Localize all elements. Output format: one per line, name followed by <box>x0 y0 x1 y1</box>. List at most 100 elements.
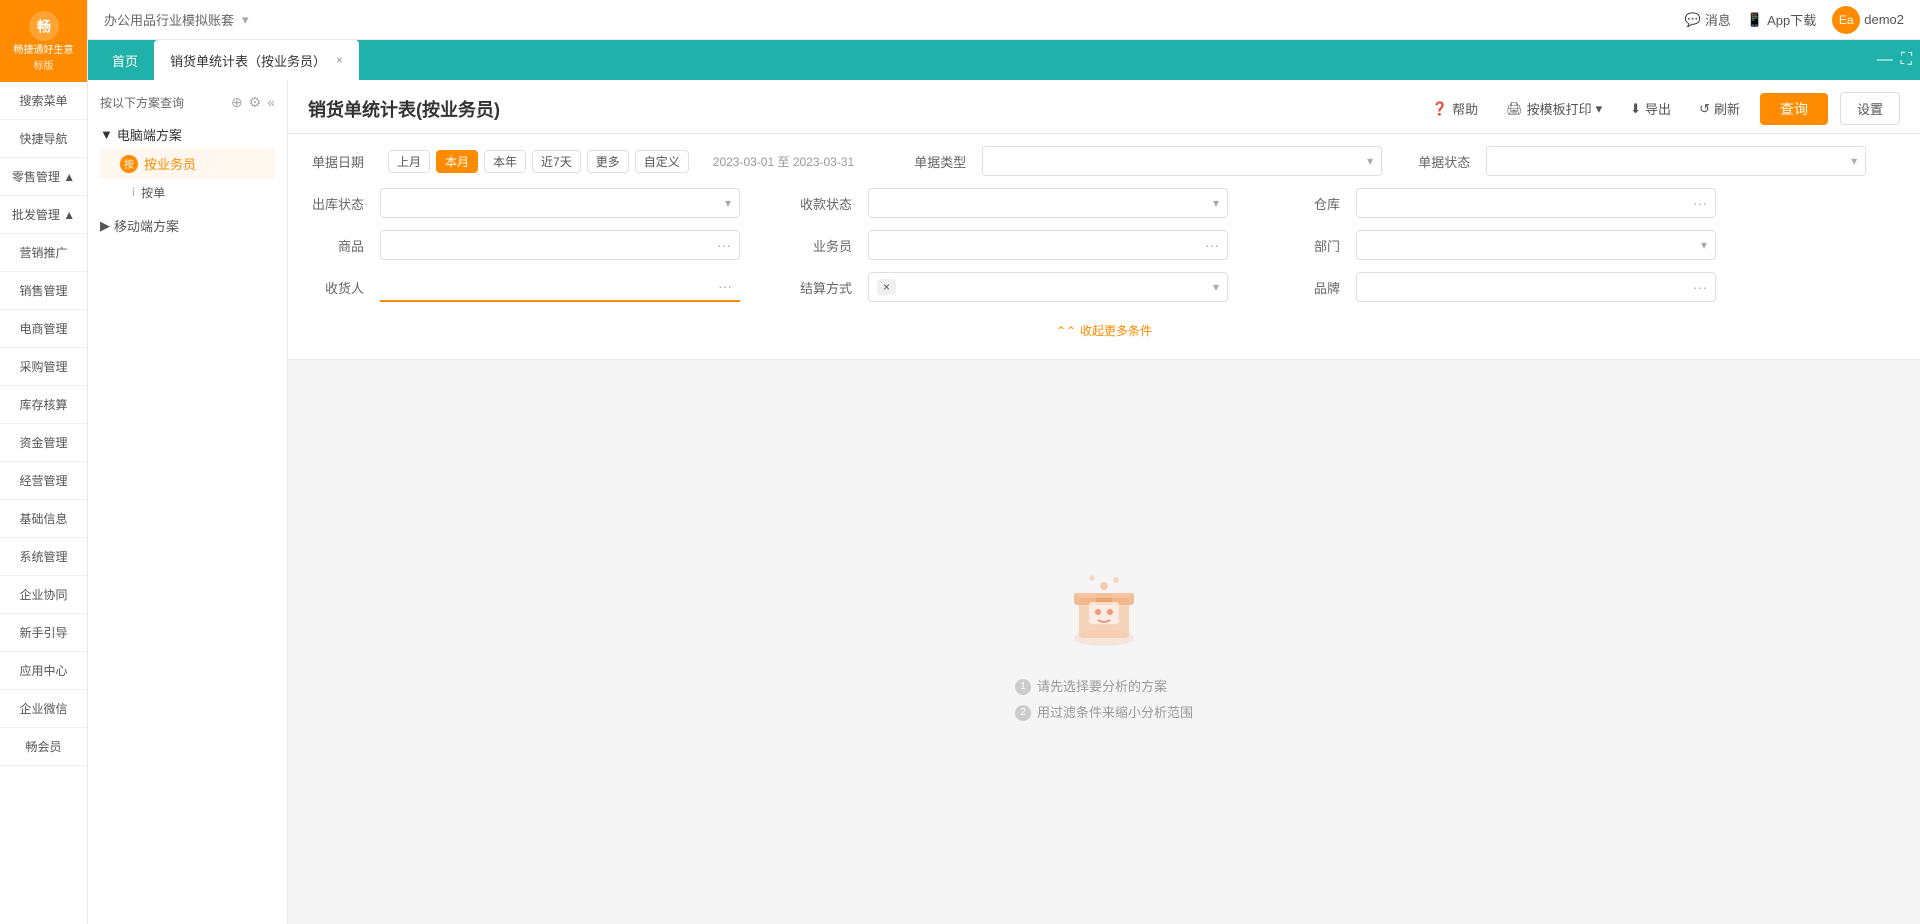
date-btn-this-year[interactable]: 本年 <box>484 150 526 173</box>
brand-more-icon: ··· <box>1693 279 1707 295</box>
receipt-status-dropdown-icon: ▾ <box>1213 196 1219 210</box>
left-panel: 按以下方案查询 ⊕ ⚙ « ▼ 电脑端方案 按 按业务员 ⅰ 按 <box>88 80 288 924</box>
panel-settings-icon[interactable]: ⚙ <box>249 94 262 111</box>
brand-label: 品牌 <box>1284 278 1340 297</box>
breadcrumb-dropdown-icon[interactable]: ▾ <box>242 12 249 28</box>
empty-tip-1: 1 请先选择要分析的方案 <box>1015 674 1193 700</box>
sidebar-item-marketing[interactable]: 营销推广 <box>0 234 87 272</box>
date-btn-this-month[interactable]: 本月 <box>436 150 478 173</box>
logo-icon: 畅 <box>28 10 60 42</box>
print-icon: 🖨 <box>1506 101 1523 117</box>
sidebar-item-sales[interactable]: 销售管理 <box>0 272 87 310</box>
receipt-status-control[interactable]: ▾ <box>868 188 1228 218</box>
sidebar-item-inventory[interactable]: 库存核算 <box>0 386 87 424</box>
scheme-group-mobile[interactable]: ▶ 移动端方案 <box>88 210 287 241</box>
tabbar-right: — ⛶ <box>1877 51 1912 69</box>
empty-illustration <box>1054 558 1154 658</box>
panel-collapse-icon[interactable]: « <box>267 94 275 111</box>
department-label: 部门 <box>1284 236 1340 255</box>
sidebar-item-member[interactable]: 畅会员 <box>0 728 87 766</box>
export-btn[interactable]: ⬇ 导出 <box>1622 95 1679 122</box>
app-download-btn[interactable]: 📱 App下载 <box>1747 10 1816 29</box>
content-area: 按以下方案查询 ⊕ ⚙ « ▼ 电脑端方案 按 按业务员 ⅰ 按 <box>88 80 1920 924</box>
page-actions: ❓ 帮助 🖨 按模板打印 ▾ ⬇ 导出 ↺ 刷新 <box>1424 92 1900 125</box>
filter-row-date: 单据日期 上月 本月 本年 近7天 更多 自定义 2023-03-01 至 20… <box>308 146 1900 176</box>
sidebar-item-new-guide[interactable]: 新手引导 <box>0 614 87 652</box>
help-btn[interactable]: ❓ 帮助 <box>1424 95 1486 122</box>
scheme-item-by-order[interactable]: ⅰ 按单 <box>100 179 275 206</box>
receiver-label: 收货人 <box>308 278 364 297</box>
scheme-group-desktop-title[interactable]: ▼ 电脑端方案 <box>100 121 275 148</box>
out-status-control[interactable]: ▾ <box>380 188 740 218</box>
salesperson-control[interactable]: ··· <box>868 230 1228 260</box>
date-quick-btns: 上月 本月 本年 近7天 更多 自定义 <box>388 150 689 173</box>
product-label: 商品 <box>308 236 364 255</box>
product-more-icon: ··· <box>717 237 731 253</box>
payment-control[interactable]: × ▾ <box>868 272 1228 302</box>
receiver-control[interactable]: ··· <box>380 272 740 302</box>
empty-state: 1 请先选择要分析的方案 2 用过滤条件来缩小分析范围 <box>288 360 1920 924</box>
date-btn-7days[interactable]: 近7天 <box>532 150 581 173</box>
tab-minimize-btn[interactable]: — <box>1877 51 1893 69</box>
app-subtitle: 标版 <box>34 57 54 72</box>
salesperson-more-icon: ··· <box>1205 237 1219 253</box>
help-icon: ❓ <box>1432 101 1448 117</box>
brand-control[interactable]: ··· <box>1356 272 1716 302</box>
panel-header-label: 按以下方案查询 <box>100 94 184 111</box>
filter-row-receiver: 收货人 ··· 结算方式 × ▾ 品牌 ··· <box>308 272 1900 302</box>
print-btn[interactable]: 🖨 按模板打印 ▾ <box>1498 95 1610 122</box>
user-menu[interactable]: Ea demo2 <box>1832 6 1904 34</box>
sidebar-item-enterprise-wx[interactable]: 企业微信 <box>0 690 87 728</box>
breadcrumb-text: 办公用品行业模拟账套 <box>104 10 234 29</box>
sidebar-item-finance[interactable]: 资金管理 <box>0 424 87 462</box>
sidebar: 畅 畅捷通好生意 标版 搜索菜单 快捷导航 零售管理 ▲ 批发管理 ▲ 营销推广… <box>0 0 88 924</box>
query-btn[interactable]: 查询 <box>1760 93 1828 125</box>
panel-add-icon[interactable]: ⊕ <box>231 94 243 111</box>
date-label: 单据日期 <box>308 152 364 171</box>
tab-home[interactable]: 首页 <box>96 40 154 80</box>
sidebar-item-enterprise[interactable]: 企业协同 <box>0 576 87 614</box>
doc-type-control[interactable]: ▾ <box>982 146 1382 176</box>
tab-maximize-btn[interactable]: ⛶ <box>1901 51 1912 69</box>
date-btn-more[interactable]: 更多 <box>587 150 629 173</box>
filter-row-status: 出库状态 ▾ 收款状态 ▾ 仓库 ··· <box>308 188 1900 218</box>
print-dropdown-icon[interactable]: ▾ <box>1596 101 1603 117</box>
out-status-label: 出库状态 <box>308 194 364 213</box>
empty-tip-2: 2 用过滤条件来缩小分析范围 <box>1015 700 1193 726</box>
product-control[interactable]: ··· <box>380 230 740 260</box>
app-logo: 畅 畅捷通好生意 标版 <box>0 0 88 82</box>
tab-sales-stat[interactable]: 销货单统计表（按业务员） × <box>154 40 359 80</box>
department-dropdown-icon: ▾ <box>1701 238 1707 252</box>
scheme-item-by-salesperson[interactable]: 按 按业务员 <box>100 148 275 179</box>
refresh-btn[interactable]: ↺ 刷新 <box>1691 95 1748 122</box>
sidebar-item-search[interactable]: 搜索菜单 <box>0 82 87 120</box>
sidebar-item-basic-info[interactable]: 基础信息 <box>0 500 87 538</box>
doc-status-control[interactable]: ▾ <box>1486 146 1866 176</box>
refresh-icon: ↺ <box>1699 101 1710 117</box>
collapse-btn[interactable]: ⌃⌃ 收起更多条件 <box>1056 314 1152 347</box>
sidebar-item-quick-nav[interactable]: 快捷导航 <box>0 120 87 158</box>
page-title-bar: 销货单统计表(按业务员) ❓ 帮助 🖨 按模板打印 ▾ ⬇ 导出 <box>288 80 1920 134</box>
sidebar-item-purchase[interactable]: 采购管理 <box>0 348 87 386</box>
doc-status-label: 单据状态 <box>1414 152 1470 171</box>
message-btn[interactable]: 💬 消息 <box>1685 10 1731 29</box>
warehouse-label: 仓库 <box>1284 194 1340 213</box>
sidebar-item-system[interactable]: 系统管理 <box>0 538 87 576</box>
doc-type-dropdown-icon: ▾ <box>1367 154 1373 168</box>
sidebar-item-ecommerce[interactable]: 电商管理 <box>0 310 87 348</box>
salesperson-label: 业务员 <box>796 236 852 255</box>
sidebar-item-operations[interactable]: 经营管理 <box>0 462 87 500</box>
department-control[interactable]: ▾ <box>1356 230 1716 260</box>
sidebar-item-wholesale[interactable]: 批发管理 ▲ <box>0 196 87 234</box>
scheme-item-icon: 按 <box>120 155 138 173</box>
warehouse-control[interactable]: ··· <box>1356 188 1716 218</box>
receipt-status-label: 收款状态 <box>796 194 852 213</box>
date-btn-last-month[interactable]: 上月 <box>388 150 430 173</box>
sidebar-item-app-center[interactable]: 应用中心 <box>0 652 87 690</box>
sidebar-item-retail[interactable]: 零售管理 ▲ <box>0 158 87 196</box>
filter-area: 单据日期 上月 本月 本年 近7天 更多 自定义 2023-03-01 至 20… <box>288 134 1920 360</box>
tab-close-icon[interactable]: × <box>336 53 343 67</box>
settings-btn[interactable]: 设置 <box>1840 92 1900 125</box>
warehouse-more-icon: ··· <box>1693 195 1707 211</box>
date-btn-custom[interactable]: 自定义 <box>635 150 689 173</box>
